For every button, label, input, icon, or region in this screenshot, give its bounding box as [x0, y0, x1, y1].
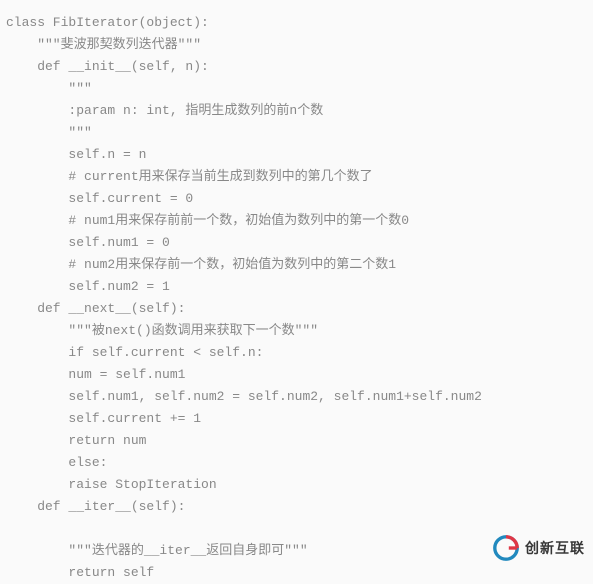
code-block: class FibIterator(object): """斐波那契数列迭代器"… [6, 12, 587, 584]
code-line: return num [6, 430, 587, 452]
code-line: """ [6, 122, 587, 144]
code-line: self.current += 1 [6, 408, 587, 430]
code-line: else: [6, 452, 587, 474]
code-line: """被next()函数调用来获取下一个数""" [6, 320, 587, 342]
code-line: self.num2 = 1 [6, 276, 587, 298]
watermark-logo-icon [492, 534, 520, 562]
code-line: # num2用来保存前一个数，初始值为数列中的第二个数1 [6, 254, 587, 276]
watermark-text: 创新互联 [525, 537, 585, 559]
code-line: # num1用来保存前前一个数，初始值为数列中的第一个数0 [6, 210, 587, 232]
code-line: class FibIterator(object): [6, 12, 587, 34]
watermark: 创新互联 [492, 534, 585, 562]
code-line: if self.current < self.n: [6, 342, 587, 364]
code-line: # current用来保存当前生成到数列中的第几个数了 [6, 166, 587, 188]
code-line: """ [6, 78, 587, 100]
code-line: self.current = 0 [6, 188, 587, 210]
code-line: self.num1 = 0 [6, 232, 587, 254]
code-line: def __init__(self, n): [6, 56, 587, 78]
code-line: num = self.num1 [6, 364, 587, 386]
code-line: :param n: int, 指明生成数列的前n个数 [6, 100, 587, 122]
code-line: def __iter__(self): [6, 496, 587, 518]
code-line: self.num1, self.num2 = self.num2, self.n… [6, 386, 587, 408]
code-line: self.n = n [6, 144, 587, 166]
code-line: raise StopIteration [6, 474, 587, 496]
code-line: """斐波那契数列迭代器""" [6, 34, 587, 56]
code-line: return self [6, 562, 587, 584]
code-line: def __next__(self): [6, 298, 587, 320]
